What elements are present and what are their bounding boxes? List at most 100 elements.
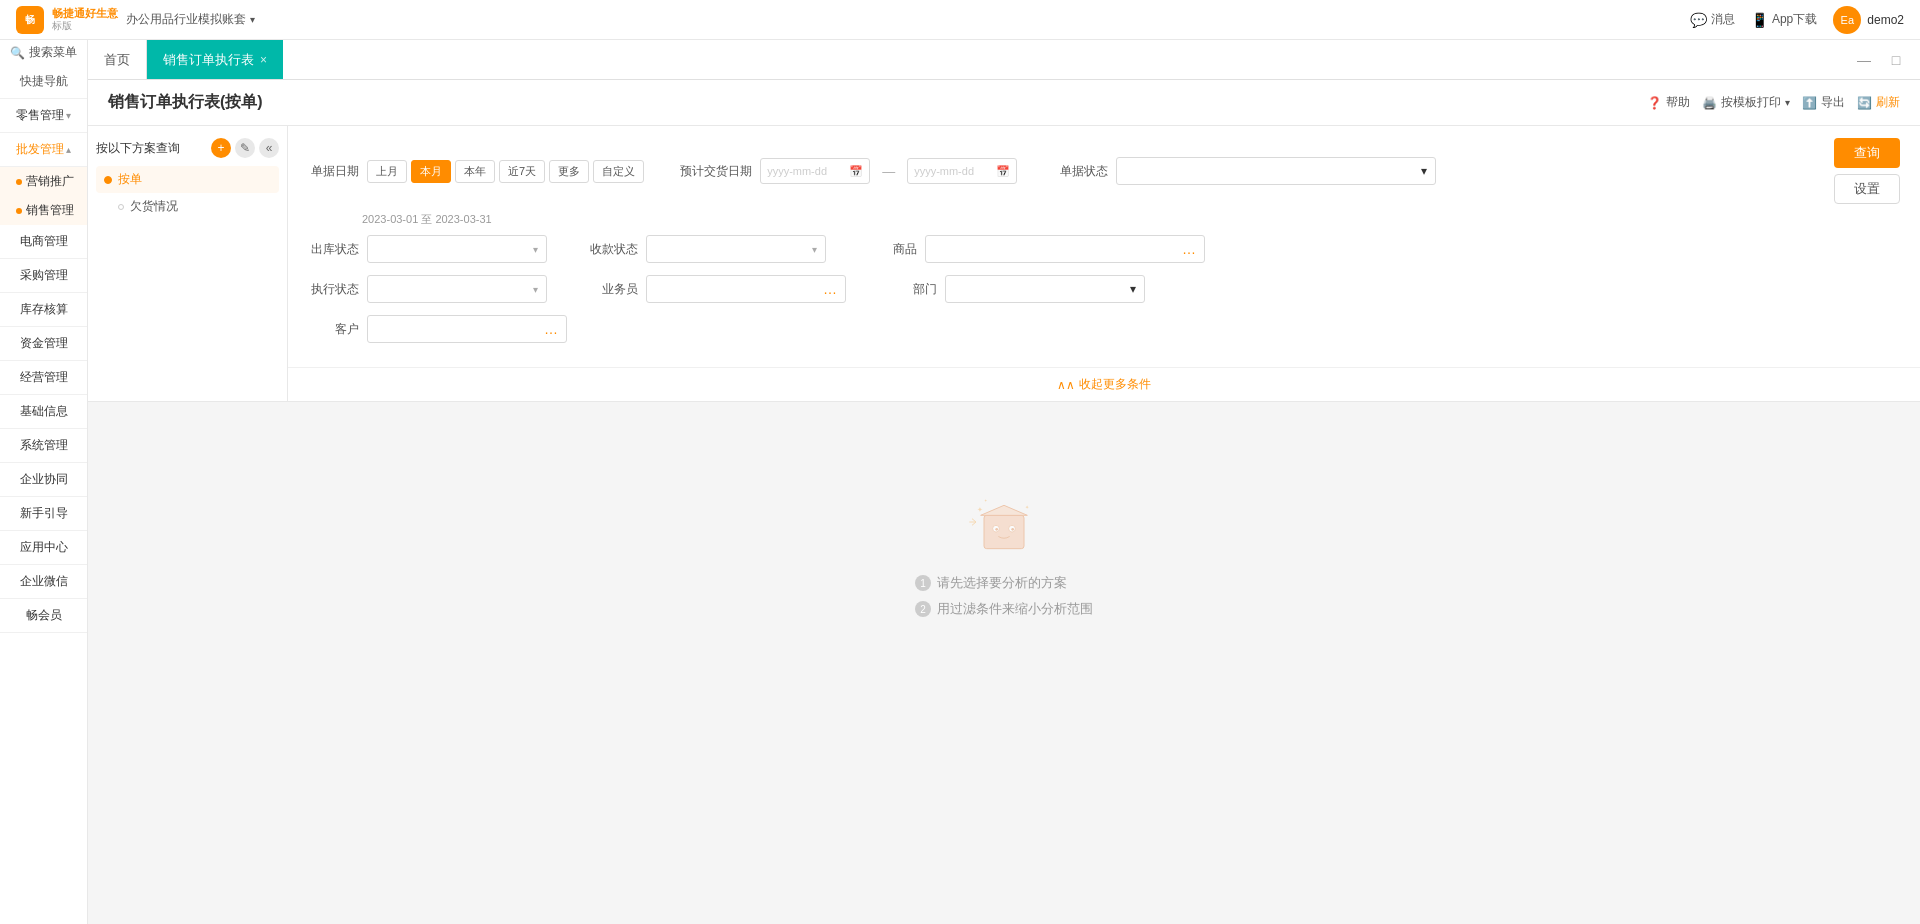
chevron-down-icon: ▾ xyxy=(1785,97,1790,108)
salesperson-input[interactable]: … xyxy=(646,275,846,303)
empty-illustration: ✦ ✦ ✦ xyxy=(964,482,1044,562)
sidebar-item-system[interactable]: 系统管理 xyxy=(0,429,87,463)
sidebar-item-wholesale[interactable]: 批发管理 ▴ xyxy=(0,133,87,167)
payment-select[interactable]: ▾ xyxy=(646,235,826,263)
tab-home[interactable]: 首页 xyxy=(88,40,147,79)
setting-btn[interactable]: 设置 xyxy=(1834,174,1900,204)
scheme-icons: + ✎ « xyxy=(211,138,279,158)
sidebar-item-enterprise[interactable]: 企业协同 xyxy=(0,463,87,497)
scheme-sub-item-shortage[interactable]: 欠货情况 xyxy=(96,193,279,220)
customer-label: 客户 xyxy=(304,321,359,338)
app-logo: 畅 xyxy=(16,6,44,34)
sidebar-item-purchase[interactable]: 采购管理 xyxy=(0,259,87,293)
tab-sales-exec[interactable]: 销售订单执行表 × xyxy=(147,40,283,79)
tab-minimize-btn[interactable]: — xyxy=(1852,48,1876,72)
date-btn-last-month[interactable]: 上月 xyxy=(367,160,407,183)
svg-point-4 xyxy=(1011,528,1014,531)
dept-group: 部门 ▾ xyxy=(882,275,1145,303)
industry-selector[interactable]: 办公用品行业模拟账套 ▾ xyxy=(126,11,255,28)
svg-rect-0 xyxy=(984,515,1024,548)
collapse-bar[interactable]: ∧∧ 收起更多条件 xyxy=(288,367,1920,401)
product-input[interactable]: … xyxy=(925,235,1205,263)
expected-date-label: 预计交货日期 xyxy=(680,163,752,180)
dot-icon xyxy=(16,179,22,185)
export-btn[interactable]: ⬆️ 导出 xyxy=(1802,94,1845,111)
message-btn[interactable]: 💬 消息 xyxy=(1690,11,1735,28)
tab-close-icon[interactable]: × xyxy=(260,53,267,67)
app-sub-title: 标版 xyxy=(52,20,118,32)
sidebar-item-newbie[interactable]: 新手引导 xyxy=(0,497,87,531)
empty-state: ✦ ✦ ✦ 1 请先选择要分析的方案 2 xyxy=(88,402,1920,698)
date-btn-custom[interactable]: 自定义 xyxy=(593,160,644,183)
date-btn-this-year[interactable]: 本年 xyxy=(455,160,495,183)
sidebar-item-finance[interactable]: 资金管理 xyxy=(0,327,87,361)
refresh-btn[interactable]: 🔄 刷新 xyxy=(1857,94,1900,111)
date-btn-this-month[interactable]: 本月 xyxy=(411,160,451,183)
scheme-edit-btn[interactable]: ✎ xyxy=(235,138,255,158)
sidebar-item-basic[interactable]: 基础信息 xyxy=(0,395,87,429)
query-action-group: 查询 设置 xyxy=(1834,138,1904,204)
sidebar-item-operations[interactable]: 经营管理 xyxy=(0,361,87,395)
download-icon: 📱 xyxy=(1751,12,1768,28)
product-input-group: … xyxy=(925,235,1205,263)
calendar-icon: 📅 xyxy=(996,165,1010,178)
refresh-icon: 🔄 xyxy=(1857,96,1872,110)
date-btn-more[interactable]: 更多 xyxy=(549,160,589,183)
sidebar-item-wechat[interactable]: 企业微信 xyxy=(0,565,87,599)
sidebar-item-retail[interactable]: 零售管理 ▾ xyxy=(0,99,87,133)
sidebar-item-member[interactable]: 畅会员 xyxy=(0,599,87,633)
filter-panel: 按以下方案查询 + ✎ « xyxy=(88,126,1920,402)
sidebar-item-inventory[interactable]: 库存核算 xyxy=(0,293,87,327)
chevron-down-icon: ▾ xyxy=(66,110,71,121)
scheme-item-by-order[interactable]: 按单 xyxy=(96,166,279,193)
status-select[interactable]: ▾ xyxy=(1116,157,1436,185)
tab-bar-actions: — □ xyxy=(1852,48,1920,72)
date-btn-7days[interactable]: 近7天 xyxy=(499,160,545,183)
scheme-add-btn[interactable]: + xyxy=(211,138,231,158)
sidebar-sub-item-sales[interactable]: 销售管理 xyxy=(0,196,87,225)
avatar: Ea xyxy=(1833,6,1861,34)
sidebar-sub-item-promo[interactable]: 营销推广 xyxy=(0,167,87,196)
search-menu-btn[interactable]: 🔍 搜索菜单 xyxy=(0,40,87,65)
delivery-select[interactable]: ▾ xyxy=(367,235,547,263)
top-bar-left: 畅 畅捷通好生意 标版 办公用品行业模拟账套 ▾ xyxy=(16,6,255,34)
expected-date-to[interactable]: yyyy-mm-dd 📅 xyxy=(907,158,1017,184)
app-name: 畅捷通好生意 xyxy=(52,7,118,20)
user-profile[interactable]: Ea demo2 xyxy=(1833,6,1904,34)
sidebar-item-app-center[interactable]: 应用中心 xyxy=(0,531,87,565)
status-label: 单据状态 xyxy=(1053,163,1108,180)
content-area: 首页 销售订单执行表 × — □ 销售订单执行表(按单) ❓ 帮助 xyxy=(88,40,1920,924)
dot-icon xyxy=(16,208,22,214)
scheme-sub-dot-icon xyxy=(118,204,124,210)
print-template-btn[interactable]: 🖨️ 按模板打印 ▾ xyxy=(1702,94,1790,111)
date-range-display: 2023-03-01 至 2023-03-31 xyxy=(362,212,492,227)
svg-text:✦: ✦ xyxy=(977,506,983,513)
main-layout: 🔍 搜索菜单 快捷导航 零售管理 ▾ 批发管理 ▴ 营销推广 销售管理 电商管理 xyxy=(0,40,1920,924)
empty-text: 1 请先选择要分析的方案 2 用过滤条件来缩小分析范围 xyxy=(915,574,1093,618)
quick-nav-btn[interactable]: 快捷导航 xyxy=(0,65,87,99)
product-label: 商品 xyxy=(862,241,917,258)
expected-date-from[interactable]: yyyy-mm-dd 📅 xyxy=(760,158,870,184)
empty-step-2: 2 用过滤条件来缩小分析范围 xyxy=(915,600,1093,618)
top-bar: 畅 畅捷通好生意 标版 办公用品行业模拟账套 ▾ 💬 消息 📱 App下载 Ea… xyxy=(0,0,1920,40)
payment-label: 收款状态 xyxy=(583,241,638,258)
scheme-collapse-btn[interactable]: « xyxy=(259,138,279,158)
product-group: 商品 … xyxy=(862,235,1205,263)
dept-select[interactable]: ▾ xyxy=(945,275,1145,303)
page-header-actions: ❓ 帮助 🖨️ 按模板打印 ▾ ⬆️ 导出 🔄 刷新 xyxy=(1647,94,1900,111)
chevron-up-icon: ∧∧ xyxy=(1057,378,1075,392)
exec-select[interactable]: ▾ xyxy=(367,275,547,303)
customer-input[interactable]: … xyxy=(367,315,567,343)
filter-scheme-panel: 按以下方案查询 + ✎ « xyxy=(88,126,288,401)
sidebar-item-ecommerce[interactable]: 电商管理 xyxy=(0,225,87,259)
filter-fields: 单据日期 上月 本月 本年 近7天 更多 自定义 xyxy=(288,126,1920,367)
empty-step-1: 1 请先选择要分析的方案 xyxy=(915,574,1093,592)
help-btn[interactable]: ❓ 帮助 xyxy=(1647,94,1690,111)
dots-icon: … xyxy=(544,321,558,337)
svg-text:✦: ✦ xyxy=(1025,504,1029,510)
app-download-btn[interactable]: 📱 App下载 xyxy=(1751,11,1817,28)
query-btn[interactable]: 查询 xyxy=(1834,138,1900,168)
dept-label: 部门 xyxy=(882,281,937,298)
date-label: 单据日期 xyxy=(304,163,359,180)
tab-maximize-btn[interactable]: □ xyxy=(1884,48,1908,72)
